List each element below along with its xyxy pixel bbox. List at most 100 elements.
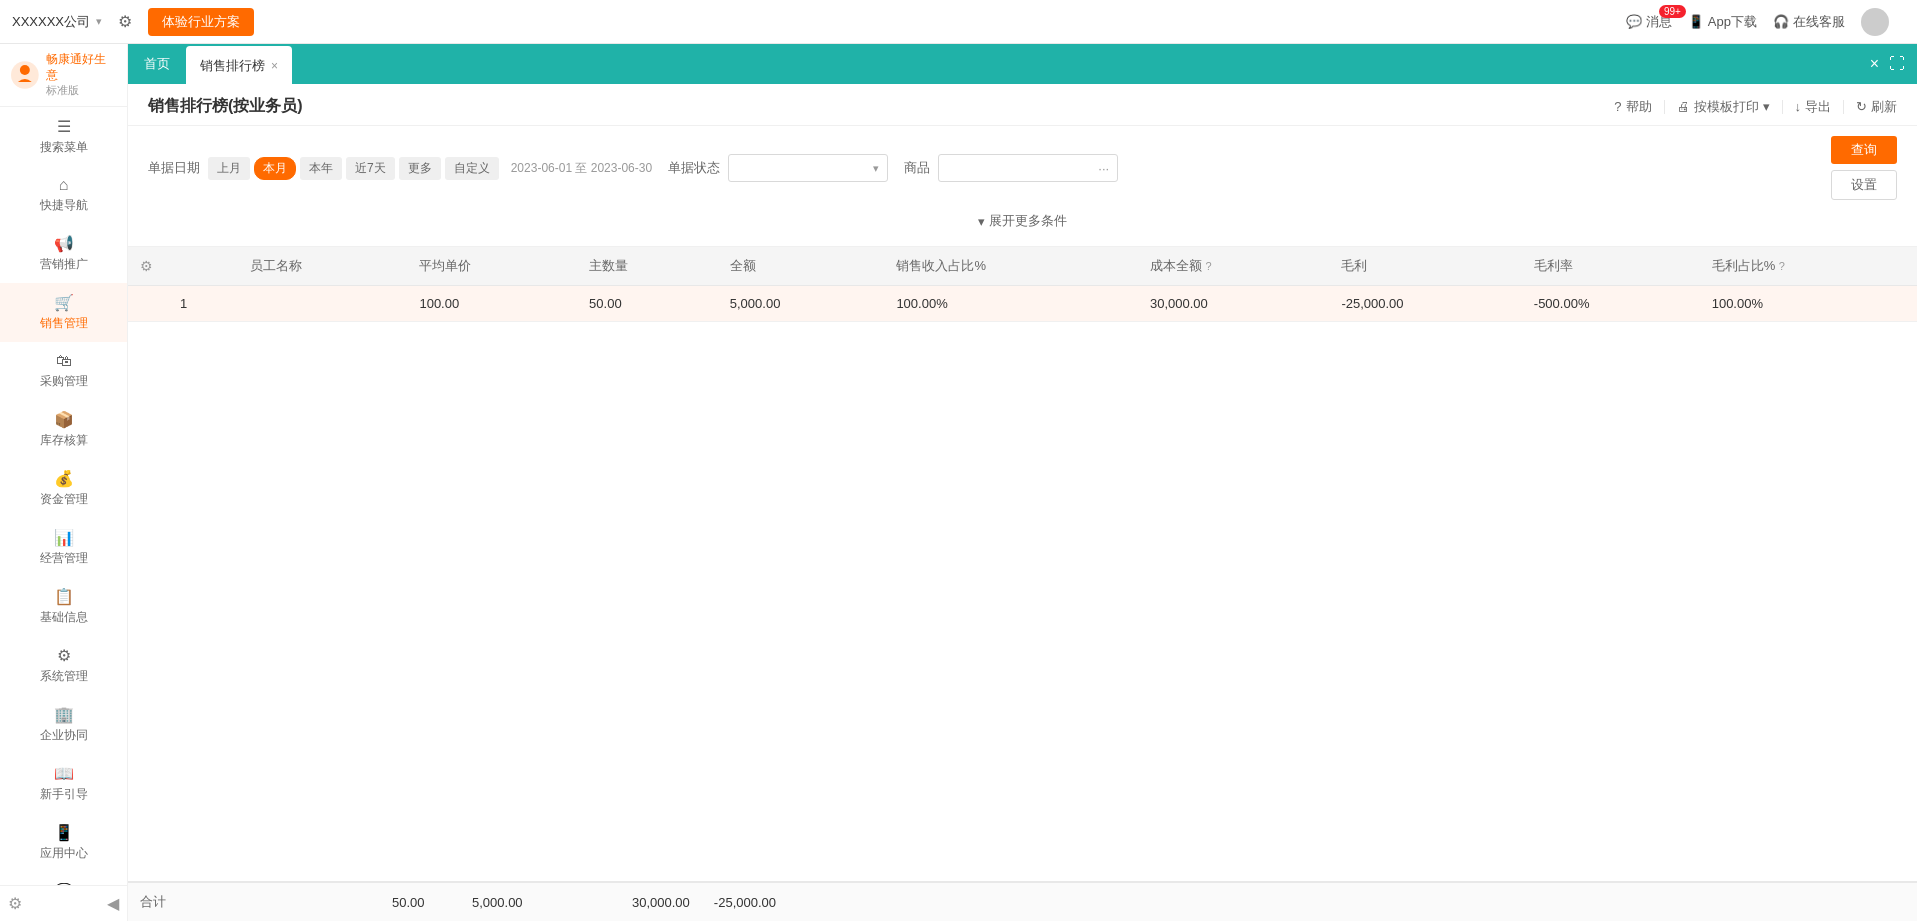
tab-bar-maximize-icon[interactable]: ⛶	[1889, 55, 1905, 73]
th-settings: ⚙	[128, 247, 168, 286]
sidebar-item-guide[interactable]: 📖 新手引导	[0, 754, 127, 813]
sidebar-label-enterprise: 企业协同	[40, 727, 88, 744]
td-total: 5,000.00	[718, 286, 885, 322]
avatar[interactable]	[1861, 8, 1889, 36]
sidebar-label-search-order: 搜索菜单	[40, 139, 88, 156]
date-filter: 单据日期 上月 本月 本年 近7天 更多 自定义 2023-06-01 至 20…	[148, 157, 652, 180]
print-icon: 🖨	[1677, 99, 1690, 114]
logo-text: 畅康通好生意	[46, 52, 117, 83]
logo-area: 畅康通好生意 标准版	[0, 44, 127, 107]
app-center-icon: 📱	[54, 823, 74, 842]
tab-sales-ranking-label: 销售排行榜	[200, 57, 265, 75]
th-employee: 员工名称	[238, 247, 408, 286]
finance-icon: 💰	[54, 469, 74, 488]
goods-more-icon[interactable]: ···	[1098, 161, 1109, 176]
message-badge: 99+	[1659, 5, 1686, 18]
tab-close-icon[interactable]: ×	[271, 59, 278, 73]
query-button[interactable]: 查询	[1831, 136, 1897, 164]
goods-label: 商品	[904, 159, 930, 177]
export-button[interactable]: ↓ 导出	[1795, 98, 1832, 116]
sidebar-nav: ☰ 搜索菜单 ⌂ 快捷导航 📢 营销推广 🛒 销售管理 🛍 采购管理	[0, 107, 127, 885]
help-icon: ?	[1614, 99, 1621, 114]
status-select[interactable]: ▾	[728, 154, 888, 182]
expand-button[interactable]: ▾ 展开更多条件	[978, 212, 1067, 230]
th-profit-rate: 毛利率	[1522, 247, 1700, 286]
online-service-button[interactable]: 🎧 在线客服	[1773, 13, 1845, 31]
cost-help-icon[interactable]: ?	[1206, 260, 1212, 272]
th-avg-price: 平均单价	[407, 247, 577, 286]
sidebar-label-basic-info: 基础信息	[40, 609, 88, 626]
table-row: 1 100.00 50.00 5,000.00 100.00% 30,000.0…	[128, 286, 1917, 322]
sidebar-item-app-center[interactable]: 📱 应用中心	[0, 813, 127, 872]
td-rank: 1	[168, 286, 238, 322]
app-download-button[interactable]: 📱 App下载	[1688, 13, 1757, 31]
expand-label: 展开更多条件	[989, 212, 1067, 230]
th-profit-pct: 毛利占比% ?	[1700, 247, 1917, 286]
sidebar-item-marketing[interactable]: 📢 营销推广	[0, 224, 127, 283]
print-dropdown-icon: ▾	[1763, 99, 1770, 114]
message-button[interactable]: 💬 消息 99+	[1626, 13, 1672, 31]
svg-point-1	[20, 65, 30, 75]
th-rank	[168, 247, 238, 286]
status-filter: 单据状态 ▾	[668, 154, 888, 182]
sidebar-item-wechat[interactable]: 💬 企业微信	[0, 872, 127, 885]
sidebar-label-inventory: 库存核算	[40, 432, 88, 449]
column-settings-icon[interactable]: ⚙	[140, 258, 153, 274]
profit-pct-help-icon[interactable]: ?	[1779, 260, 1785, 272]
sidebar-item-inventory[interactable]: 📦 库存核算	[0, 400, 127, 459]
sidebar-item-search-order[interactable]: ☰ 搜索菜单	[0, 107, 127, 166]
company-settings-icon[interactable]: ⚙	[110, 7, 140, 37]
marketing-icon: 📢	[54, 234, 74, 253]
prev-month-btn[interactable]: 上月	[208, 157, 250, 180]
sidebar-settings-icon[interactable]: ⚙	[8, 894, 22, 913]
footer-main-qty: 50.00	[380, 895, 460, 910]
td-profit: -25,000.00	[1329, 286, 1521, 322]
company-dropdown-icon: ▾	[96, 15, 102, 28]
last7days-btn[interactable]: 近7天	[346, 157, 395, 180]
sidebar-item-basic-info[interactable]: 📋 基础信息	[0, 577, 127, 636]
this-month-btn[interactable]: 本月	[254, 157, 296, 180]
search-menu-icon: ☰	[57, 117, 71, 136]
home-icon: ⌂	[59, 176, 69, 194]
sidebar-collapse-icon[interactable]: ◀	[107, 894, 119, 913]
footer-total: 5,000.00	[460, 895, 540, 910]
sidebar-item-system[interactable]: ⚙ 系统管理	[0, 636, 127, 695]
sidebar-label-app-center: 应用中心	[40, 845, 88, 862]
footer-label: 合计	[140, 893, 220, 911]
th-sales-pct: 销售收入占比%	[884, 247, 1138, 286]
footer-profit-pct	[868, 895, 948, 910]
template-print-button[interactable]: 🖨 按模板打印 ▾	[1677, 98, 1770, 116]
sidebar-label-guide: 新手引导	[40, 786, 88, 803]
sidebar-item-sales[interactable]: 🛒 销售管理	[0, 283, 127, 342]
more-date-btn[interactable]: 更多	[399, 157, 441, 180]
goods-input[interactable]: ···	[938, 154, 1118, 182]
help-button[interactable]: ? 帮助	[1614, 98, 1651, 116]
sidebar-item-finance[interactable]: 💰 资金管理	[0, 459, 127, 518]
footer-employee	[220, 895, 300, 910]
company-selector[interactable]: XXXXXX公司 ▾	[12, 13, 102, 31]
footer-profit-rate	[788, 895, 868, 910]
refresh-button[interactable]: ↻ 刷新	[1856, 98, 1897, 116]
settings-button[interactable]: 设置	[1831, 170, 1897, 200]
sidebar-item-enterprise[interactable]: 🏢 企业协同	[0, 695, 127, 754]
date-range: 2023-06-01 至 2023-06-30	[511, 160, 652, 177]
sidebar-item-operations[interactable]: 📊 经营管理	[0, 518, 127, 577]
divider3	[1843, 100, 1844, 114]
trial-button[interactable]: 体验行业方案	[148, 8, 254, 36]
custom-date-btn[interactable]: 自定义	[445, 157, 499, 180]
td-row-settings	[128, 286, 168, 322]
tab-home[interactable]: 首页	[128, 44, 186, 84]
message-icon: 💬	[1626, 14, 1642, 29]
this-year-btn[interactable]: 本年	[300, 157, 342, 180]
tab-bar-close-icon[interactable]: ×	[1870, 55, 1879, 73]
sidebar-label-operations: 经营管理	[40, 550, 88, 567]
td-profit-rate: -500.00%	[1522, 286, 1700, 322]
enterprise-icon: 🏢	[54, 705, 74, 724]
date-label: 单据日期	[148, 159, 200, 177]
status-select-arrow: ▾	[873, 162, 879, 175]
sidebar-label-finance: 资金管理	[40, 491, 88, 508]
tab-sales-ranking[interactable]: 销售排行榜 ×	[186, 46, 292, 86]
sidebar-item-purchase[interactable]: 🛍 采购管理	[0, 342, 127, 400]
sidebar-item-quick-nav[interactable]: ⌂ 快捷导航	[0, 166, 127, 224]
export-icon: ↓	[1795, 99, 1802, 114]
